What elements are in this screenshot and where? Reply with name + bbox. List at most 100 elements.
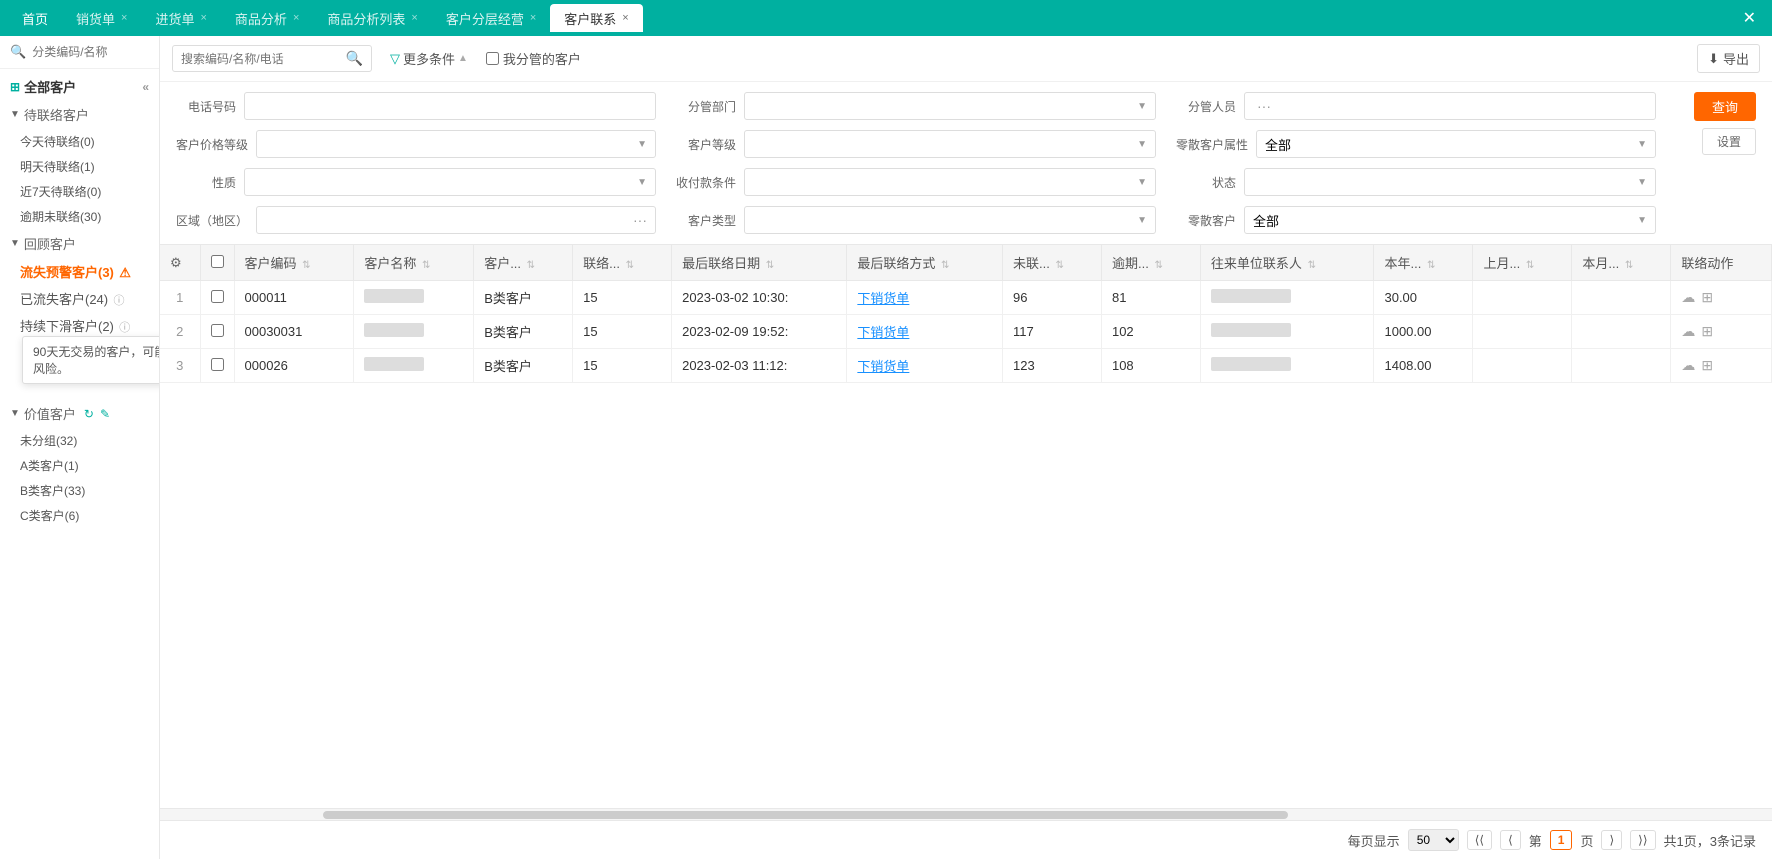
- sidebar-root[interactable]: ⊞ 全部客户 «: [0, 69, 159, 100]
- export-btn[interactable]: ⬇ 导出: [1697, 44, 1760, 73]
- sidebar-item-a-class[interactable]: A类客户(1): [0, 453, 159, 478]
- tab-productanalysis[interactable]: 商品分析 ×: [221, 4, 313, 32]
- tab-home[interactable]: 首页: [8, 9, 62, 28]
- action-contact-icon-3[interactable]: ☁: [1681, 357, 1695, 374]
- sidebar-item-tomorrow[interactable]: 明天待联络(1): [0, 154, 159, 179]
- tab-productanalysislist[interactable]: 商品分析列表 ×: [313, 4, 431, 32]
- th-uncontacted[interactable]: 未联... ⇅: [1003, 245, 1102, 281]
- th-code[interactable]: 客户编码 ⇅: [234, 245, 354, 281]
- tab-customerlayer[interactable]: 客户分层经营 ×: [432, 4, 550, 32]
- th-customer-type[interactable]: 客户... ⇅: [474, 245, 573, 281]
- sidebar-item-b-class[interactable]: B类客户(33): [0, 478, 159, 503]
- next-page-btn[interactable]: ⟩: [1601, 830, 1622, 850]
- blurred-person-2: [1211, 323, 1291, 337]
- more-filter-btn[interactable]: ▽ 更多条件 ▲: [382, 45, 476, 72]
- filter-select-payment[interactable]: ▼: [744, 168, 1156, 196]
- prev-page-btn[interactable]: ⟨: [1500, 830, 1521, 850]
- filter-select-sparse-attr[interactable]: 全部 ▼: [1256, 130, 1656, 158]
- sidebar-search-icon: 🔍: [10, 44, 26, 60]
- filter-select-customer-level[interactable]: ▼: [744, 130, 1156, 158]
- sidebar-item-churn-warning[interactable]: 流失预警客户(3) ⚠: [0, 258, 159, 285]
- filter-label-nature: 性质: [176, 174, 236, 191]
- th-last-month[interactable]: 上月... ⇅: [1473, 245, 1572, 281]
- sidebar-item-churned[interactable]: 已流失客户(24) ⓘ: [0, 285, 159, 312]
- tab-close-customerlayer[interactable]: ×: [530, 12, 536, 24]
- sidebar-item-today[interactable]: 今天待联络(0): [0, 129, 159, 154]
- select-all-checkbox[interactable]: [211, 255, 224, 268]
- th-this-month[interactable]: 本月... ⇅: [1572, 245, 1671, 281]
- per-page-select[interactable]: 50 20 100: [1408, 829, 1459, 851]
- filter-input-phone[interactable]: [244, 92, 656, 120]
- tab-close-productanalysislist[interactable]: ×: [411, 12, 417, 24]
- sidebar-item-c-class[interactable]: C类客户(6): [0, 503, 159, 528]
- search-submit-icon[interactable]: 🔍: [346, 50, 363, 67]
- sort-date-icon: ⇅: [766, 260, 774, 271]
- filter-input-person[interactable]: ···: [1244, 92, 1656, 120]
- my-customer-checkbox-label[interactable]: 我分管的客户: [486, 49, 581, 68]
- row-checkbox-2[interactable]: [211, 324, 224, 337]
- th-name[interactable]: 客户名称 ⇅: [354, 245, 474, 281]
- tab-close-salesorder[interactable]: ×: [121, 12, 127, 24]
- region-more-icon[interactable]: ···: [633, 212, 647, 228]
- setting-button[interactable]: 设置: [1702, 128, 1756, 155]
- th-contact-person[interactable]: 往来单位联系人 ⇅: [1200, 245, 1374, 281]
- sidebar-item-overdue[interactable]: 逾期未联络(30): [0, 204, 159, 229]
- sidebar-search-input[interactable]: [32, 45, 149, 59]
- filter-select-status[interactable]: ▼: [1244, 168, 1656, 196]
- filter-select-sparse-customer[interactable]: 全部 ▼: [1244, 206, 1656, 234]
- td-overdue-1: 81: [1101, 281, 1200, 315]
- scrollbar-thumb[interactable]: [323, 811, 1288, 819]
- action-more-icon-1[interactable]: ⊞: [1701, 289, 1713, 306]
- method-link-1[interactable]: 下销货单: [857, 291, 909, 306]
- row-checkbox-3[interactable]: [211, 358, 224, 371]
- filter-select-customer-type[interactable]: ▼: [744, 206, 1156, 234]
- method-link-2[interactable]: 下销货单: [857, 325, 909, 340]
- action-more-icon-2[interactable]: ⊞: [1701, 323, 1713, 340]
- td-last-month-3: [1473, 349, 1572, 383]
- chevron-down-icon: ▲: [458, 53, 468, 64]
- tab-customercontact[interactable]: 客户联系 ×: [550, 4, 642, 32]
- filter-select-region[interactable]: ···: [256, 206, 656, 234]
- method-link-3[interactable]: 下销货单: [857, 359, 909, 374]
- sidebar-item-ungroup[interactable]: 未分组(32): [0, 428, 159, 453]
- sidebar-item-7days[interactable]: 近7天待联络(0): [0, 179, 159, 204]
- sidebar-group-value[interactable]: ▼ 价值客户 ↻ ✎: [0, 399, 159, 428]
- filter-payment: 收付款条件 ▼: [676, 168, 1156, 196]
- my-customer-checkbox[interactable]: [486, 52, 499, 65]
- sidebar-collapse-icon[interactable]: «: [142, 80, 149, 94]
- filter-select-price-level[interactable]: ▼: [256, 130, 656, 158]
- th-last-method[interactable]: 最后联络方式 ⇅: [847, 245, 1003, 281]
- filter-select-nature[interactable]: ▼: [244, 168, 656, 196]
- sidebar-group-pending[interactable]: ▼ 待联络客户: [0, 100, 159, 129]
- sort-contact-icon: ⇅: [626, 260, 634, 271]
- gear-icon-col[interactable]: ⚙: [170, 255, 182, 270]
- person-more-icon[interactable]: ···: [1257, 98, 1271, 114]
- action-more-icon-3[interactable]: ⊞: [1701, 357, 1713, 374]
- th-this-year[interactable]: 本年... ⇅: [1374, 245, 1473, 281]
- search-input[interactable]: [181, 52, 340, 66]
- action-contact-icon-1[interactable]: ☁: [1681, 289, 1695, 306]
- action-contact-icon-2[interactable]: ☁: [1681, 323, 1695, 340]
- blurred-person-1: [1211, 289, 1291, 303]
- tab-close-purchaseorder[interactable]: ×: [200, 12, 206, 24]
- filter-select-dept[interactable]: ▼: [744, 92, 1156, 120]
- window-close-icon[interactable]: ✕: [1735, 8, 1764, 28]
- query-button[interactable]: 查询: [1694, 92, 1756, 121]
- edit-icon[interactable]: ✎: [100, 407, 110, 421]
- tab-close-customercontact[interactable]: ×: [622, 12, 628, 24]
- tab-salesorder[interactable]: 销货单 ×: [62, 4, 141, 32]
- sidebar-item-declining[interactable]: 持续下滑客户(2) ⓘ: [0, 312, 159, 339]
- td-date-3: 2023-02-03 11:12:: [672, 349, 847, 383]
- sidebar-group-review[interactable]: ▼ 回顾客户: [0, 229, 159, 258]
- horizontal-scrollbar[interactable]: [160, 808, 1772, 820]
- first-page-btn[interactable]: ⟨⟨: [1467, 830, 1492, 850]
- tab-purchaseorder[interactable]: 进货单 ×: [141, 4, 220, 32]
- last-page-btn[interactable]: ⟩⟩: [1630, 830, 1655, 850]
- tab-close-productanalysis[interactable]: ×: [293, 12, 299, 24]
- th-last-date[interactable]: 最后联络日期 ⇅: [672, 245, 847, 281]
- td-year-2: 1000.00: [1374, 315, 1473, 349]
- refresh-icon[interactable]: ↻: [84, 407, 94, 421]
- th-contact-count[interactable]: 联络... ⇅: [573, 245, 672, 281]
- th-overdue[interactable]: 逾期... ⇅: [1101, 245, 1200, 281]
- row-checkbox-1[interactable]: [211, 290, 224, 303]
